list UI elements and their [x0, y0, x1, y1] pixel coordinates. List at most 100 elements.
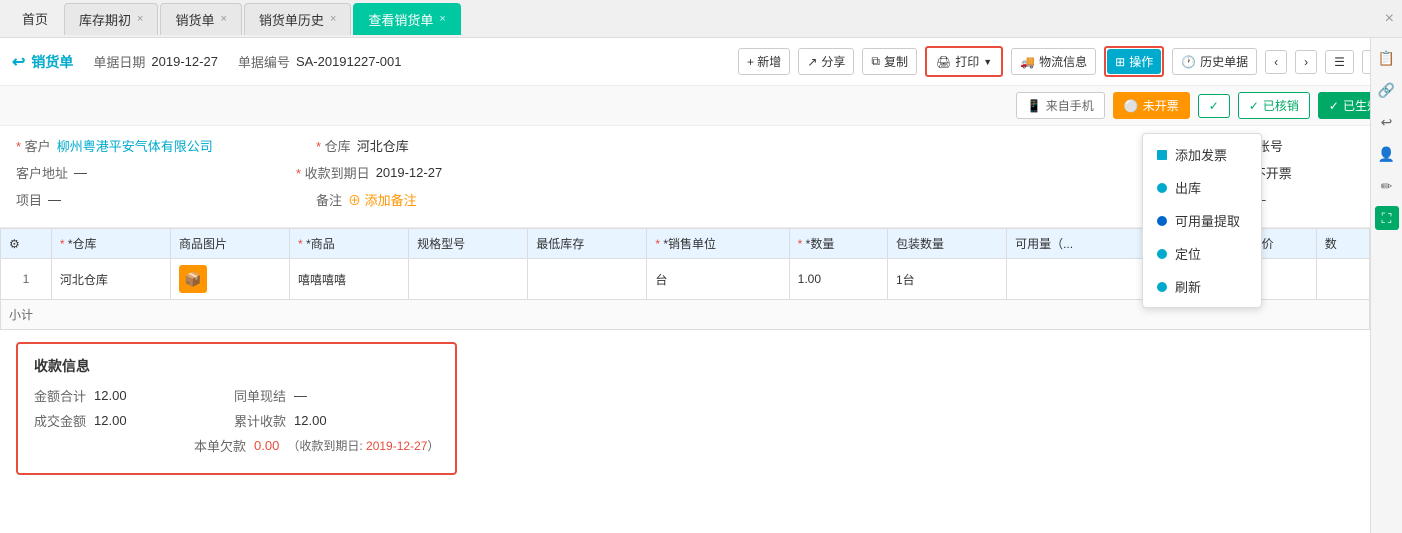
- col-available: 可用量（...: [1007, 229, 1144, 259]
- doc-number-field: 单据编号 SA-20191227-001: [238, 52, 402, 71]
- add-invoice-icon: [1157, 150, 1167, 160]
- share-btn[interactable]: ↗ 分享: [798, 48, 854, 75]
- payment-date-value: 2019-12-27: [376, 165, 443, 180]
- right-tool-2[interactable]: 🔗: [1375, 78, 1399, 102]
- project-value: —: [48, 192, 61, 207]
- outbound-label: 出库: [1175, 178, 1201, 197]
- col-warehouse: *仓库: [51, 229, 170, 259]
- row-num: 1: [1, 259, 52, 300]
- tab-sales-history[interactable]: 销货单历史 ×: [244, 3, 351, 35]
- payment-info-box: 收款信息 金额合计 12.00 同单现结 — 成交金额 12.00 累计收款: [16, 342, 457, 475]
- operation-btn[interactable]: ⊞ 操作: [1107, 49, 1161, 74]
- right-tool-5[interactable]: ✏: [1375, 174, 1399, 198]
- add-invoice-label: 添加发票: [1175, 145, 1227, 164]
- check-btn[interactable]: ✓: [1198, 94, 1230, 118]
- print-label: 打印: [955, 53, 979, 70]
- row-available: [1007, 259, 1144, 300]
- payment-row-3: 本单欠款 0.00 （收款到期日: 2019-12-27）: [34, 436, 439, 455]
- dropdown-outbound[interactable]: 出库: [1143, 171, 1261, 204]
- col-product: *商品: [290, 229, 409, 259]
- total-amount-value: 12.00: [94, 388, 127, 403]
- right-tool-3[interactable]: ↩: [1375, 110, 1399, 134]
- right-tool-1[interactable]: 📋: [1375, 46, 1399, 70]
- doc-type-indicator: ↩ 销货单: [12, 52, 73, 72]
- logistics-btn[interactable]: 🚚 物流信息: [1011, 48, 1096, 75]
- doc-toolbar: + 新增 ↗ 分享 ⧉ 复制 🖨 打印 ▼ 🚚 物流信息: [738, 46, 1390, 77]
- note-label: 备注: [316, 190, 342, 209]
- from-phone-label: 来自手机: [1046, 97, 1094, 114]
- dropdown-refresh[interactable]: 刷新: [1143, 270, 1261, 303]
- customer-label: 客户: [16, 136, 51, 155]
- close-window-btn[interactable]: ×: [1385, 10, 1394, 28]
- refresh-icon: [1157, 282, 1167, 292]
- history-label: 历史单据: [1200, 53, 1248, 70]
- row-product: 嘻嘻嘻嘻: [290, 259, 409, 300]
- available-extract-label: 可用量提取: [1175, 211, 1240, 230]
- row-amount: [1316, 259, 1369, 300]
- copy-btn[interactable]: ⧉ 复制: [862, 48, 917, 75]
- project-field: 项目 —: [16, 190, 216, 209]
- prev-record-btn[interactable]: ‹: [1265, 50, 1287, 74]
- operation-highlight-box: ⊞ 操作: [1104, 46, 1164, 77]
- not-open-icon: ⚪: [1124, 99, 1139, 113]
- payment-info-title: 收款信息: [34, 356, 439, 376]
- arrears-value: 0.00: [254, 438, 279, 453]
- arrears-item: 本单欠款 0.00 （收款到期日: 2019-12-27）: [194, 436, 439, 455]
- row-pack-qty: 1台: [887, 259, 1006, 300]
- note-field: 备注 ⊕ 添加备注: [316, 190, 516, 209]
- right-tool-expand[interactable]: ⛶: [1375, 206, 1399, 230]
- tab-inventory-label: 库存期初: [79, 10, 131, 29]
- same-settlement-value: —: [294, 388, 307, 403]
- doc-date-field: 单据日期 2019-12-27: [93, 52, 218, 71]
- tab-inventory[interactable]: 库存期初 ×: [64, 3, 158, 35]
- deal-amount-value: 12.00: [94, 413, 127, 428]
- arrears-due-info: （收款到期日: 2019-12-27）: [287, 437, 439, 454]
- print-btn[interactable]: 🖨 打印 ▼: [928, 49, 1000, 74]
- col-unit: *销售单位: [647, 229, 789, 259]
- tab-view-sales-label: 查看销货单: [368, 10, 433, 29]
- row-qty: 1.00: [789, 259, 887, 300]
- right-tool-4[interactable]: 👤: [1375, 142, 1399, 166]
- from-phone-btn[interactable]: 📱 来自手机: [1016, 92, 1105, 119]
- address-label: 客户地址: [16, 163, 68, 182]
- total-amount-item: 金额合计 12.00: [34, 386, 194, 405]
- row-unit: 台: [647, 259, 789, 300]
- tab-sales[interactable]: 销货单 ×: [160, 3, 241, 35]
- dropdown-locate[interactable]: 定位: [1143, 237, 1261, 270]
- dropdown-add-invoice[interactable]: 添加发票: [1143, 138, 1261, 171]
- row-warehouse: 河北仓库: [51, 259, 170, 300]
- history-btn[interactable]: 🕐 历史单据: [1172, 48, 1257, 75]
- next-record-btn[interactable]: ›: [1295, 50, 1317, 74]
- copy-label: 复制: [884, 53, 908, 70]
- row-min-stock: [528, 259, 647, 300]
- voided-btn[interactable]: ✓ 已核销: [1238, 92, 1310, 119]
- col-settings[interactable]: ⚙: [1, 229, 52, 259]
- locate-label: 定位: [1175, 244, 1201, 263]
- not-open-btn[interactable]: ⚪ 未开票: [1113, 92, 1190, 119]
- tab-home[interactable]: 首页: [8, 3, 62, 34]
- tab-inventory-close[interactable]: ×: [137, 13, 143, 25]
- voided-label: 已核销: [1263, 97, 1299, 114]
- tab-sales-label: 销货单: [175, 10, 214, 29]
- add-note-btn[interactable]: ⊕ 添加备注: [348, 190, 417, 209]
- new-btn[interactable]: + 新增: [738, 48, 790, 75]
- customer-value[interactable]: 柳州粤港平安气体有限公司: [57, 136, 213, 155]
- logistics-label: 物流信息: [1039, 53, 1087, 70]
- payment-date-field: 收款到期日 2019-12-27: [296, 163, 496, 182]
- doc-type-label: 销货单: [31, 52, 73, 72]
- row-image: 📦: [170, 259, 289, 300]
- warehouse-value: 河北仓库: [357, 136, 409, 155]
- tab-view-sales-close[interactable]: ×: [439, 13, 445, 25]
- doc-number-label: 单据编号: [238, 52, 290, 71]
- cumulative-item: 累计收款 12.00: [234, 411, 394, 430]
- share-label: 分享: [821, 53, 845, 70]
- col-spec: 规格型号: [409, 229, 528, 259]
- operation-dropdown: 添加发票 出库 可用量提取 定位 刷新: [1142, 133, 1262, 308]
- view-toggle-list-btn[interactable]: ☰: [1325, 50, 1354, 74]
- dropdown-available-extract[interactable]: 可用量提取: [1143, 204, 1261, 237]
- tab-view-sales[interactable]: 查看销货单 ×: [353, 3, 460, 35]
- col-image: 商品图片: [170, 229, 289, 259]
- cumulative-label: 累计收款: [234, 411, 286, 430]
- tab-sales-close[interactable]: ×: [220, 13, 226, 25]
- tab-sales-history-close[interactable]: ×: [330, 13, 336, 25]
